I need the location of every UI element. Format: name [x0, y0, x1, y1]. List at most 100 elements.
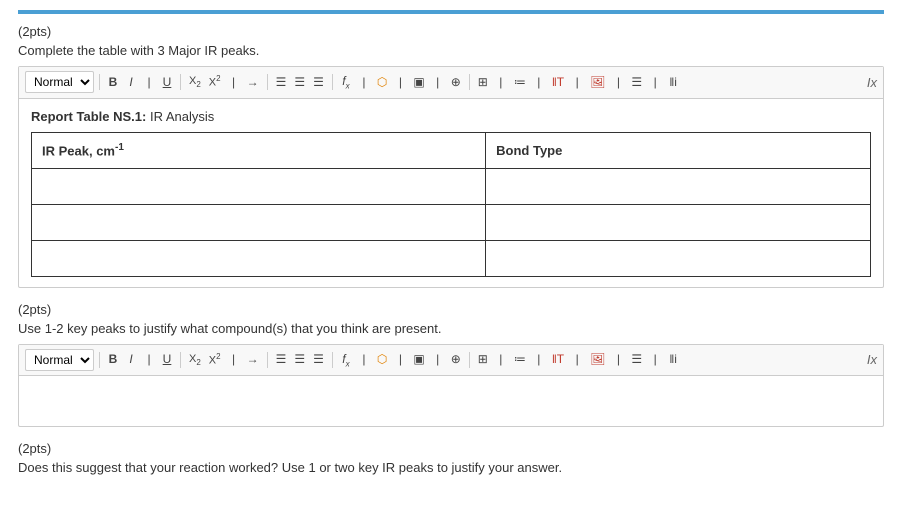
list4-btn-2[interactable]: ǁi: [665, 349, 681, 370]
pipe9: |: [610, 72, 626, 93]
table-header-row: IR Peak, cm-1 Bond Type: [32, 132, 871, 168]
sub-btn-1[interactable]: X2: [186, 72, 204, 92]
cell-row1-col2[interactable]: [486, 168, 871, 204]
section2-pts: (2pts): [18, 302, 884, 317]
sep3: [267, 74, 268, 90]
photo-btn-2[interactable]: 🖼: [587, 349, 608, 370]
report-title-normal: IR Analysis: [146, 109, 214, 124]
sep3b: [267, 352, 268, 368]
list1-btn-2[interactable]: ≔: [511, 349, 529, 370]
section2-content[interactable]: [19, 376, 883, 426]
sep1b: [99, 352, 100, 368]
pipe3: |: [356, 72, 372, 93]
section1-pts: (2pts): [18, 24, 884, 39]
sep1: [99, 74, 100, 90]
sep2b: [180, 352, 181, 368]
indent1-btn-2[interactable]: ☰: [273, 349, 290, 370]
col1-header: IR Peak, cm-1: [32, 132, 486, 168]
table-btn-1[interactable]: ⊞: [475, 72, 491, 93]
col1-sup: -1: [115, 142, 124, 153]
italic-btn-2[interactable]: I: [123, 349, 139, 370]
indent3-btn-1[interactable]: ☰: [310, 72, 327, 93]
bold-btn-1[interactable]: B: [105, 72, 121, 93]
pipe5b: |: [430, 349, 446, 370]
fx-btn-2[interactable]: fx: [338, 349, 354, 372]
underline-btn-1[interactable]: U: [159, 72, 175, 93]
pipe4b: |: [392, 349, 408, 370]
list3-btn-2[interactable]: ☰: [628, 349, 645, 370]
pipe5: |: [430, 72, 446, 93]
sub-btn-2[interactable]: X2: [186, 350, 204, 370]
indent1-btn-1[interactable]: ☰: [273, 72, 290, 93]
pipe4: |: [392, 72, 408, 93]
list2-btn-1[interactable]: ǁT: [549, 72, 567, 93]
indent2-btn-1[interactable]: ☰: [291, 72, 308, 93]
sep-pipe-1: |: [141, 72, 157, 93]
list4-btn-1[interactable]: ǁi: [665, 72, 681, 93]
ir-table: IR Peak, cm-1 Bond Type: [31, 132, 871, 277]
chain-btn-1[interactable]: ⬡: [374, 72, 390, 93]
underline-btn-2[interactable]: U: [159, 349, 175, 370]
link-btn-1[interactable]: ⊕: [448, 72, 464, 93]
clear-btn-2[interactable]: Ix: [867, 352, 877, 367]
pipe2: |: [226, 72, 242, 93]
clear-btn-1[interactable]: Ix: [867, 75, 877, 90]
pipe10b: |: [647, 349, 663, 370]
list1-btn-1[interactable]: ≔: [511, 72, 529, 93]
indent3-btn-2[interactable]: ☰: [310, 349, 327, 370]
chain-btn-2[interactable]: ⬡: [374, 349, 390, 370]
section1-editor: Normal B I | U X2 X2 | → ☰ ☰ ☰ fx | ⬡ | …: [18, 66, 884, 288]
section3-instruction: Does this suggest that your reaction wor…: [18, 460, 884, 475]
pipe7: |: [531, 72, 547, 93]
pipe9b: |: [610, 349, 626, 370]
link-btn-2[interactable]: ⊕: [448, 349, 464, 370]
fx-btn-1[interactable]: fx: [338, 71, 354, 94]
photo-btn-1[interactable]: 🖼: [587, 72, 608, 93]
table-btn-2[interactable]: ⊞: [475, 349, 491, 370]
report-title-bold: Report Table NS.1:: [31, 109, 146, 124]
section3: (2pts) Does this suggest that your react…: [18, 441, 884, 475]
section2-editor: Normal B I | U X2 X2 | → ☰ ☰ ☰ fx | ⬡ | …: [18, 344, 884, 428]
list2-btn-2[interactable]: ǁT: [549, 349, 567, 370]
cell-row3-col2[interactable]: [486, 240, 871, 276]
pipe2b: |: [226, 349, 242, 370]
pipe8b: |: [569, 349, 585, 370]
sup-btn-2[interactable]: X2: [206, 349, 224, 371]
pipe6b: |: [493, 349, 509, 370]
bold-btn-2[interactable]: B: [105, 349, 121, 370]
sep5: [469, 74, 470, 90]
cell-row1-col1[interactable]: [32, 168, 486, 204]
style-select-1[interactable]: Normal: [25, 71, 94, 93]
cell-row2-col1[interactable]: [32, 204, 486, 240]
image-btn-2[interactable]: ▣: [410, 349, 427, 370]
pipe3b: |: [356, 349, 372, 370]
section1: (2pts) Complete the table with 3 Major I…: [18, 24, 884, 288]
section1-instruction: Complete the table with 3 Major IR peaks…: [18, 43, 884, 58]
section2-toolbar: Normal B I | U X2 X2 | → ☰ ☰ ☰ fx | ⬡ | …: [19, 345, 883, 377]
arrow-btn-2[interactable]: →: [244, 349, 262, 370]
section2-instruction: Use 1-2 key peaks to justify what compou…: [18, 321, 884, 336]
sep4: [332, 74, 333, 90]
image-btn-1[interactable]: ▣: [410, 72, 427, 93]
sep4b: [332, 352, 333, 368]
sup-btn-1[interactable]: X2: [206, 71, 224, 93]
sep5b: [469, 352, 470, 368]
table-row: [32, 204, 871, 240]
table-row: [32, 240, 871, 276]
cell-row3-col1[interactable]: [32, 240, 486, 276]
top-bar: [18, 10, 884, 14]
style-select-2[interactable]: Normal: [25, 349, 94, 371]
pipe6: |: [493, 72, 509, 93]
pipe10: |: [647, 72, 663, 93]
indent2-btn-2[interactable]: ☰: [291, 349, 308, 370]
section1-toolbar: Normal B I | U X2 X2 | → ☰ ☰ ☰ fx | ⬡ | …: [19, 67, 883, 99]
col1-label: IR Peak, cm: [42, 143, 115, 158]
list3-btn-1[interactable]: ☰: [628, 72, 645, 93]
pipe7b: |: [531, 349, 547, 370]
cell-row2-col2[interactable]: [486, 204, 871, 240]
section1-content[interactable]: Report Table NS.1: IR Analysis IR Peak, …: [19, 99, 883, 287]
section2: (2pts) Use 1-2 key peaks to justify what…: [18, 302, 884, 428]
arrow-btn-1[interactable]: →: [244, 72, 262, 93]
italic-btn-1[interactable]: I: [123, 72, 139, 93]
col2-header: Bond Type: [486, 132, 871, 168]
